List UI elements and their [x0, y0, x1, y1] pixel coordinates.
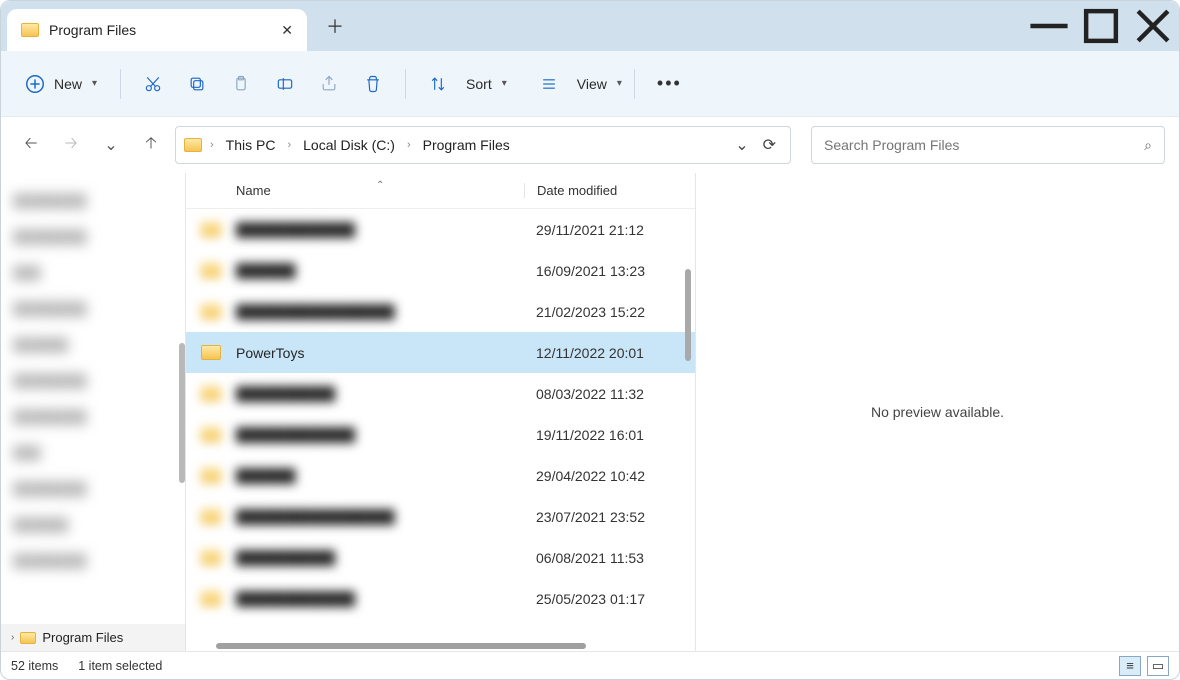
column-header-name[interactable]: Name ⌃: [186, 183, 524, 198]
sort-caret-icon: ⌃: [376, 180, 384, 191]
more-button[interactable]: •••: [647, 64, 692, 104]
table-row[interactable]: ████████████25/05/2023 01:17: [186, 578, 695, 619]
table-row-selected[interactable]: PowerToys12/11/2022 20:01: [186, 332, 695, 373]
window-controls: [1023, 1, 1179, 51]
folder-icon: [201, 345, 221, 360]
file-date: 12/11/2022 20:01: [524, 345, 695, 361]
breadcrumb[interactable]: Program Files: [419, 137, 514, 153]
plus-circle-icon: [24, 73, 46, 95]
new-tab-button[interactable]: ＋: [315, 13, 355, 39]
sort-label[interactable]: Sort: [466, 76, 492, 92]
share-button[interactable]: [309, 64, 349, 104]
rename-button[interactable]: [265, 64, 305, 104]
trash-icon: [363, 74, 383, 94]
paste-button[interactable]: [221, 64, 261, 104]
sort-button[interactable]: [418, 64, 458, 104]
table-row[interactable]: ████████████████21/02/2023 15:22: [186, 291, 695, 332]
column-headers: Name ⌃ Date modified: [186, 173, 695, 209]
maximize-button[interactable]: [1075, 1, 1127, 51]
chevron-right-icon: ›: [405, 139, 413, 151]
share-icon: [319, 74, 339, 94]
tab-current[interactable]: Program Files ✕: [7, 9, 307, 51]
body: ████████████████████████████████████████…: [1, 173, 1179, 651]
separator: [405, 69, 406, 99]
navigation-pane[interactable]: ████████████████████████████████████████…: [1, 173, 186, 651]
status-item-count: 52 items: [11, 659, 58, 673]
chevron-right-icon: ›: [208, 139, 216, 151]
folder-icon: [21, 23, 39, 37]
file-name: PowerToys: [236, 345, 524, 361]
file-list-pane: Name ⌃ Date modified ████████████29/11/2…: [186, 173, 696, 651]
recent-locations-button[interactable]: ⌄: [95, 129, 127, 161]
list-horizontal-scrollbar[interactable]: [216, 643, 586, 649]
table-row[interactable]: ██████16/09/2021 13:23: [186, 250, 695, 291]
scissors-icon: [143, 74, 163, 94]
titlebar: Program Files ✕ ＋: [1, 1, 1179, 51]
cut-button[interactable]: [133, 64, 173, 104]
tab-title: Program Files: [49, 22, 136, 38]
table-row[interactable]: ████████████29/11/2021 21:12: [186, 209, 695, 250]
search-box[interactable]: ⌕: [811, 126, 1165, 164]
search-icon: ⌕: [1144, 137, 1152, 154]
table-row[interactable]: ██████████06/08/2021 11:53: [186, 537, 695, 578]
chevron-right-icon: ›: [11, 632, 14, 643]
table-row[interactable]: ████████████19/11/2022 16:01: [186, 414, 695, 455]
table-row[interactable]: ██████29/04/2022 10:42: [186, 455, 695, 496]
chevron-down-icon: ▾: [92, 78, 97, 89]
separator: [120, 69, 121, 99]
sidebar-item-program-files[interactable]: › Program Files: [1, 624, 185, 651]
delete-button[interactable]: [353, 64, 393, 104]
new-button-label: New: [54, 76, 82, 92]
sidebar-scrollbar[interactable]: [179, 343, 185, 483]
sidebar-item-label: Program Files: [42, 630, 123, 645]
address-bar[interactable]: › This PC › Local Disk (C:) › Program Fi…: [175, 126, 791, 164]
copy-button[interactable]: [177, 64, 217, 104]
breadcrumb[interactable]: Local Disk (C:): [299, 137, 399, 153]
folder-icon: [184, 138, 202, 152]
sort-icon: [428, 74, 448, 94]
preview-pane: No preview available.: [696, 173, 1179, 651]
file-rows: ████████████29/11/2021 21:12 ██████16/09…: [186, 209, 695, 651]
copy-icon: [187, 74, 207, 94]
file-explorer-window: Program Files ✕ ＋ New ▾ Sort ▾: [0, 0, 1180, 680]
search-input[interactable]: [824, 137, 1144, 153]
sidebar-blurred-area: ████████████████████████████████████████…: [1, 173, 185, 589]
chevron-down-icon[interactable]: ▾: [617, 78, 622, 89]
chevron-down-icon[interactable]: ▾: [502, 78, 507, 89]
list-icon: [539, 74, 559, 94]
status-bar: 52 items 1 item selected ≡ ▭: [1, 651, 1179, 679]
chevron-right-icon: ›: [285, 139, 293, 151]
preview-message: No preview available.: [871, 404, 1004, 420]
list-vertical-scrollbar[interactable]: [685, 269, 691, 361]
close-window-button[interactable]: [1127, 1, 1179, 51]
table-row[interactable]: ████████████████23/07/2021 23:52: [186, 496, 695, 537]
table-row[interactable]: ██████████08/03/2022 11:32: [186, 373, 695, 414]
status-selection: 1 item selected: [78, 659, 162, 673]
column-header-date[interactable]: Date modified: [524, 183, 695, 198]
separator: [634, 69, 635, 99]
back-button[interactable]: 🡠: [15, 129, 47, 161]
address-dropdown-button[interactable]: ⌄: [735, 135, 748, 155]
up-button[interactable]: 🡡: [135, 129, 167, 161]
navigation-row: 🡠 🡢 ⌄ 🡡 › This PC › Local Disk (C:) › Pr…: [1, 117, 1179, 173]
new-button[interactable]: New ▾: [13, 64, 108, 104]
close-tab-button[interactable]: ✕: [281, 22, 293, 39]
refresh-button[interactable]: ⟳: [763, 135, 776, 155]
toolbar: New ▾ Sort ▾ View ▾ •••: [1, 51, 1179, 117]
breadcrumb[interactable]: This PC: [222, 137, 280, 153]
thumbnails-view-toggle[interactable]: ▭: [1147, 656, 1169, 676]
folder-icon: [20, 632, 36, 644]
forward-button[interactable]: 🡢: [55, 129, 87, 161]
details-view-toggle[interactable]: ≡: [1119, 656, 1141, 676]
view-label[interactable]: View: [577, 76, 607, 92]
view-button[interactable]: [529, 64, 569, 104]
minimize-button[interactable]: [1023, 1, 1075, 51]
clipboard-icon: [231, 74, 251, 94]
rename-icon: [275, 74, 295, 94]
